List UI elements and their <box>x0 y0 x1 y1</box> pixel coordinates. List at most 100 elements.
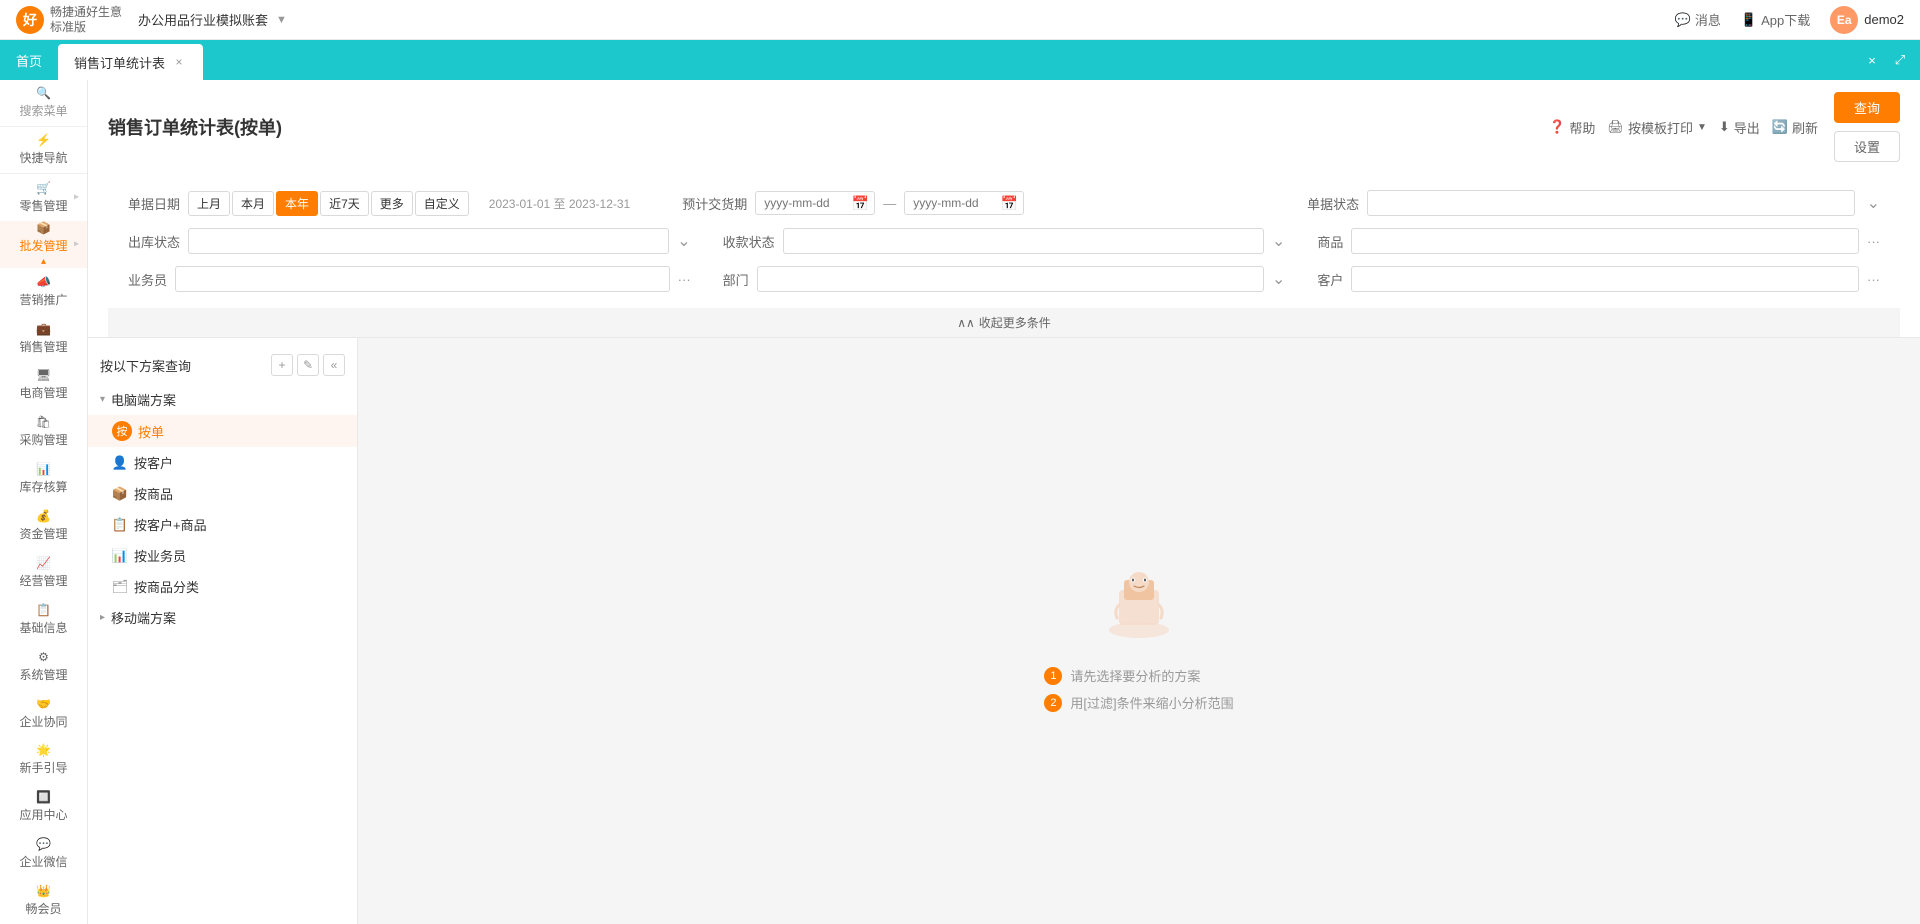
filter-product-section: 商品 ··· <box>1317 228 1880 254</box>
chevron-up-icon: ▴ <box>41 256 46 267</box>
page-header-actions: ❓ 帮助 🖨 按模板打印 ▼ ⬇ 导出 🔄 <box>1549 92 1900 162</box>
sidebar-item-member[interactable]: 👑 畅会员 <box>0 877 87 924</box>
tab-sales-order-stats[interactable]: 销售订单统计表 × <box>58 44 203 80</box>
page-title-row: 销售订单统计表(按单) ❓ 帮助 🖨 按模板打印 ▼ ⬇ <box>108 92 1900 162</box>
sidebar-item-inventory[interactable]: 📊 库存核算 <box>0 455 87 502</box>
logo-text: 畅捷通好生意 标准版 <box>50 5 122 34</box>
out-status-select[interactable] <box>188 228 669 254</box>
collapse-panel-button[interactable]: « <box>323 354 345 376</box>
calendar-from-icon[interactable]: 📅 <box>852 195 869 212</box>
sidebar-item-corp[interactable]: 🤝 企业协同 <box>0 690 87 737</box>
tree-item-by-salesperson[interactable]: 📊 按业务员 <box>88 540 357 571</box>
tab-close-icon[interactable]: × <box>171 54 187 70</box>
calendar-to-icon[interactable]: 📅 <box>1001 195 1018 212</box>
filter-receipt-status-section: 收款状态 ⌄ <box>723 228 1286 254</box>
tree-group-desktop-title[interactable]: ▾ 电脑端方案 <box>88 384 357 415</box>
export-button[interactable]: ⬇ 导出 <box>1719 118 1760 137</box>
tab-minimize-button[interactable]: × <box>1860 48 1884 72</box>
sidebar-item-wholesale[interactable]: 📦 批发管理 ▴ <box>0 221 87 268</box>
message-icon: 💬 <box>1675 12 1691 28</box>
date-btn-7days[interactable]: 近7天 <box>320 191 369 216</box>
sidebar-item-basic[interactable]: 📋 基础信息 <box>0 596 87 643</box>
customer-ellipsis-icon[interactable]: ··· <box>1867 272 1880 287</box>
date-shortcuts: 上月 本月 本年 近7天 更多 自定义 <box>188 191 469 216</box>
refresh-button[interactable]: 🔄 刷新 <box>1772 118 1818 137</box>
tab-bar: 首页 销售订单统计表 × × ⤢ <box>0 40 1920 80</box>
sidebar-item-system[interactable]: ⚙ 系统管理 <box>0 643 87 690</box>
refresh-icon: 🔄 <box>1772 119 1788 135</box>
tree-item-by-product-category[interactable]: 🗂 按商品分类 <box>88 571 357 602</box>
date-btn-custom[interactable]: 自定义 <box>415 191 469 216</box>
date-btn-more[interactable]: 更多 <box>371 191 413 216</box>
app-download-icon: 📱 <box>1741 12 1757 28</box>
sidebar-item-ecommerce[interactable]: 🖥 电商管理 <box>0 361 87 408</box>
tab-maximize-button[interactable]: ⤢ <box>1888 48 1912 72</box>
salesperson-ellipsis-icon[interactable]: ··· <box>678 272 691 287</box>
product-ellipsis-icon[interactable]: ··· <box>1867 234 1880 249</box>
tree-group-mobile-title[interactable]: ▸ 移动端方案 <box>88 602 357 633</box>
status-expand-icon[interactable]: ⌄ <box>1867 193 1880 213</box>
tree-group-mobile: ▸ 移动端方案 <box>88 602 357 633</box>
salesperson-input[interactable] <box>175 266 670 292</box>
message-button[interactable]: 💬 消息 <box>1675 10 1721 29</box>
product-label: 商品 <box>1317 232 1343 251</box>
print-button[interactable]: 🖨 按模板打印 ▼ <box>1607 118 1706 137</box>
receipt-status-select[interactable] <box>783 228 1264 254</box>
sidebar-item-sales[interactable]: 💼 销售管理 <box>0 315 87 362</box>
dept-expand-icon[interactable]: ⌄ <box>1272 269 1285 289</box>
search-icon: 🔍 <box>36 86 51 100</box>
settings-button[interactable]: 设置 <box>1834 131 1900 162</box>
date-btn-last-month[interactable]: 上月 <box>188 191 230 216</box>
help-button[interactable]: ❓ 帮助 <box>1549 118 1595 137</box>
sidebar-item-app-center[interactable]: 🔲 应用中心 <box>0 783 87 830</box>
ecommerce-icon: 🖥 <box>36 368 51 382</box>
filter-outstatus-section: 出库状态 ⌄ <box>128 228 691 254</box>
tree-group-desktop: ▾ 电脑端方案 按 按单 👤 按客户 📦 按商品 <box>88 384 357 602</box>
tree-item-by-customer-product[interactable]: 📋 按客户+商品 <box>88 509 357 540</box>
tree-item-by-product[interactable]: 📦 按商品 <box>88 478 357 509</box>
tree-item-by-order[interactable]: 按 按单 <box>88 415 357 447</box>
top-bar-dropdown-icon[interactable]: ▼ <box>276 14 287 26</box>
sidebar-item-newbie[interactable]: 🌟 新手引导 <box>0 736 87 783</box>
user-area[interactable]: Ea demo2 <box>1830 6 1904 34</box>
tab-home[interactable]: 首页 <box>0 40 58 80</box>
sidebar-item-finance[interactable]: 💰 资金管理 <box>0 502 87 549</box>
edit-scheme-button[interactable]: ✎ <box>297 354 319 376</box>
receipt-status-expand-icon[interactable]: ⌄ <box>1272 231 1285 251</box>
out-status-expand-icon[interactable]: ⌄ <box>677 231 690 251</box>
quick-nav-icon: ⚡ <box>36 133 51 147</box>
empty-hint-2: 2 用[过滤]条件来缩小分析范围 <box>1044 693 1233 712</box>
status-label: 单据状态 <box>1307 194 1359 213</box>
sidebar-quick-nav[interactable]: ⚡ 快捷导航 <box>0 127 87 174</box>
collapse-bar[interactable]: ∧∧ 收起更多条件 <box>108 308 1900 337</box>
collapse-button[interactable]: ∧∧ 收起更多条件 <box>957 314 1051 331</box>
filter-dept-section: 部门 ⌄ <box>723 266 1286 292</box>
query-button[interactable]: 查询 <box>1834 92 1900 123</box>
add-scheme-button[interactable]: + <box>271 354 293 376</box>
status-select[interactable] <box>1367 190 1854 216</box>
date-range-text: 2023-01-01 至 2023-12-31 <box>489 195 630 212</box>
date-btn-this-year[interactable]: 本年 <box>276 191 318 216</box>
sidebar-item-operations[interactable]: 📈 经营管理 <box>0 549 87 596</box>
add-icon: + <box>278 358 285 372</box>
sidebar-item-marketing[interactable]: 📣 营销推广 <box>0 268 87 315</box>
collapse-icon: ∧∧ <box>957 316 975 330</box>
inventory-icon: 📊 <box>36 462 51 476</box>
left-panel-icons: + ✎ « <box>271 354 345 376</box>
empty-hint-1: 1 请先选择要分析的方案 <box>1044 666 1233 685</box>
page-actions-left: ❓ 帮助 🖨 按模板打印 ▼ ⬇ 导出 🔄 <box>1549 118 1818 137</box>
product-input[interactable] <box>1351 228 1859 254</box>
app-download-button[interactable]: 📱 App下载 <box>1741 10 1810 29</box>
sidebar-item-purchase[interactable]: 🛍 采购管理 <box>0 408 87 455</box>
date-btn-this-month[interactable]: 本月 <box>232 191 274 216</box>
sidebar-search[interactable]: 🔍 搜索菜单 <box>0 80 87 127</box>
filter-row-1: 单据日期 上月 本月 本年 近7天 更多 自定义 2023-01-01 至 20… <box>128 190 1880 216</box>
tree-item-by-customer[interactable]: 👤 按客户 <box>88 447 357 478</box>
sidebar-item-retail[interactable]: 🛒 零售管理 <box>0 174 87 221</box>
dept-select[interactable] <box>757 266 1264 292</box>
left-panel-header: 按以下方案查询 + ✎ « <box>88 346 357 384</box>
filter-expected-date-section: 预计交货期 📅 — 📅 <box>682 191 1255 215</box>
customer-input[interactable] <box>1351 266 1859 292</box>
sidebar-item-corp-wechat[interactable]: 💬 企业微信 <box>0 830 87 877</box>
print-dropdown-icon: ▼ <box>1697 122 1707 133</box>
